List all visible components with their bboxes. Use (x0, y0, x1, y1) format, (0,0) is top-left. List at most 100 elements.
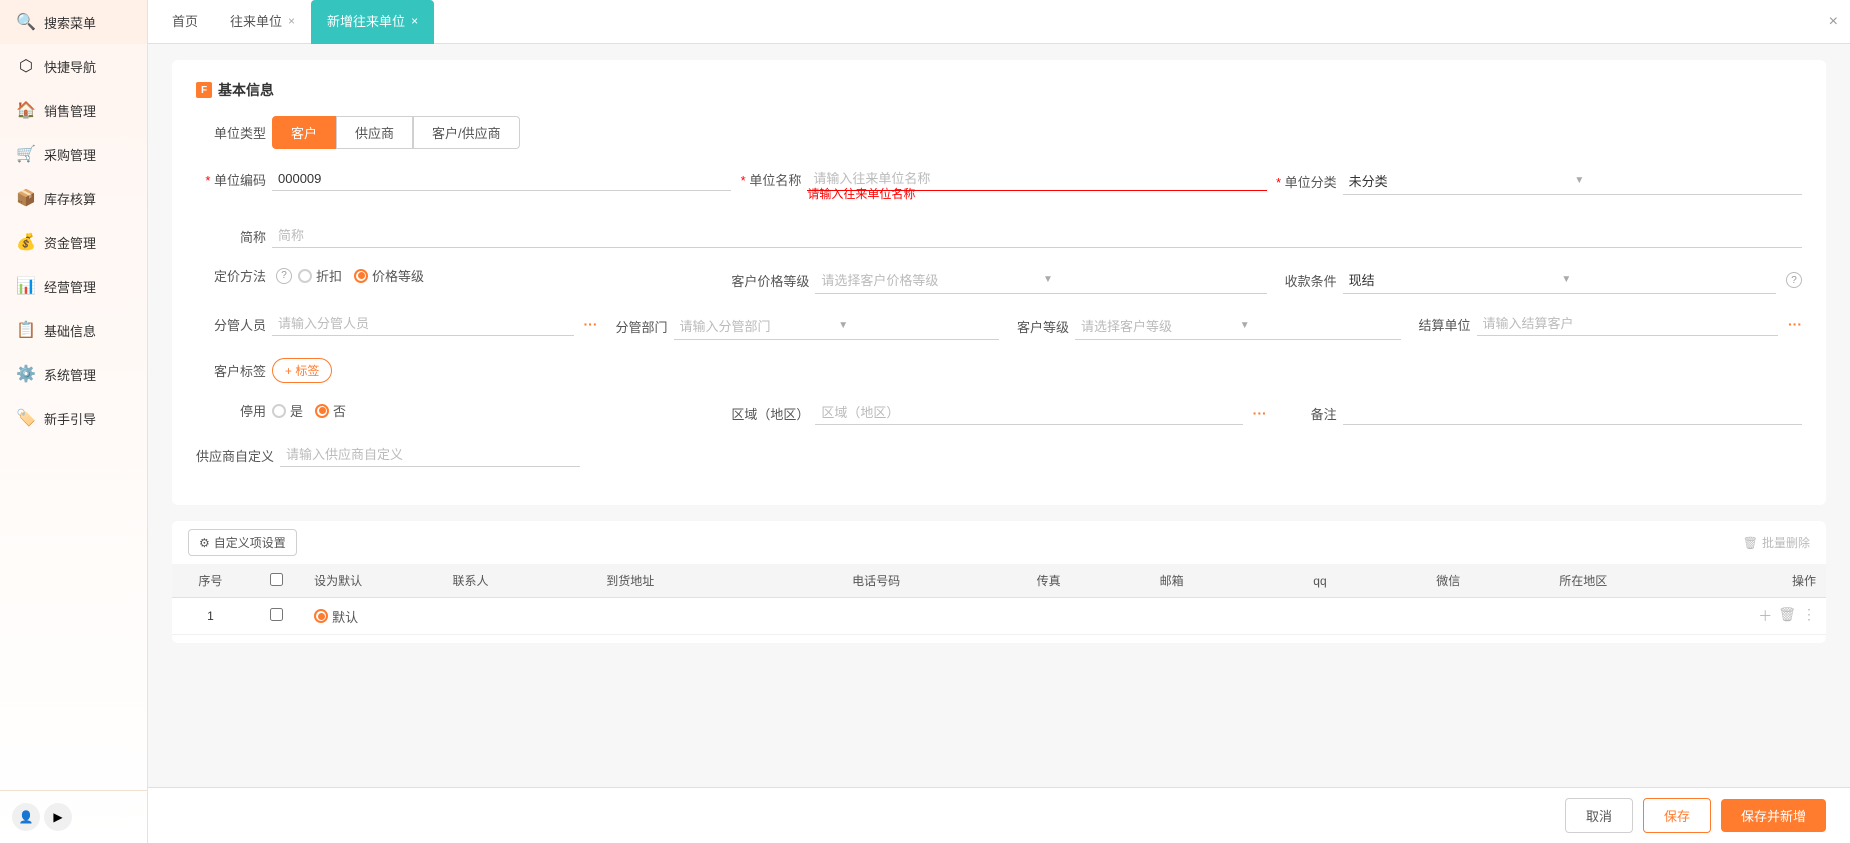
save-new-button[interactable]: 保存并新增 (1721, 799, 1826, 832)
add-row-icon[interactable]: ＋ (1758, 606, 1772, 626)
th-address: 到货地址 (596, 564, 842, 598)
disabled-yes-label: 是 (290, 401, 303, 420)
pricing-level-radio[interactable] (354, 269, 368, 283)
customer-price-level-select[interactable]: 请选择客户价格等级 ▼ (815, 266, 1266, 294)
tab-partners[interactable]: 往来单位 × (214, 0, 311, 44)
purchase-icon: 🛒 (16, 144, 36, 164)
disabled-yes-radio[interactable] (272, 404, 286, 418)
unit-category-select[interactable]: 未分类 ▼ (1343, 167, 1802, 195)
sidebar-avatar[interactable]: 👤 (12, 803, 40, 831)
sidebar-item-sales[interactable]: 🏠 销售管理 (0, 88, 147, 132)
manager-more[interactable]: ··· (584, 316, 598, 332)
sidebar-item-purchase[interactable]: 🛒 采购管理 (0, 132, 147, 176)
supplier-custom-input[interactable] (280, 443, 580, 467)
section-title-text: 基本信息 (218, 80, 274, 100)
pricing-help-icon[interactable]: ? (276, 268, 292, 284)
sidebar-item-basic-info[interactable]: 📋 基础信息 (0, 308, 147, 352)
pricing-discount[interactable]: 折扣 (298, 266, 342, 285)
customize-button[interactable]: ⚙ 自定义项设置 (188, 529, 297, 556)
sidebar-expand-icon[interactable]: ▶ (44, 803, 72, 831)
payment-terms-field: 收款条件 现结 ▼ ? (1267, 266, 1802, 294)
tags-row: 客户标签 + 标签 (196, 358, 1802, 383)
manager-row: 分管人员 ··· 分管部门 请输入分管部门 ▼ 客户等级 请选择客户等级 ▼ (196, 312, 1802, 340)
disabled-label: 停用 (196, 401, 266, 420)
customer-price-level-arrow: ▼ (1043, 274, 1261, 285)
unit-code-input[interactable] (272, 167, 731, 191)
sidebar-label-purchase: 采购管理 (44, 145, 96, 164)
unit-type-customer[interactable]: 客户 (272, 116, 336, 149)
unit-type-both[interactable]: 客户/供应商 (413, 116, 520, 149)
unit-type-group: 客户 供应商 客户/供应商 (272, 116, 520, 149)
cell-action: ＋ 🗑 ⋮ (1703, 598, 1826, 635)
sidebar-item-inventory[interactable]: 📦 库存核算 (0, 176, 147, 220)
sidebar-label-guide: 新手引导 (44, 409, 96, 428)
drag-handle-icon[interactable]: ⋮ (1802, 606, 1816, 626)
pricing-radio-group: 折扣 价格等级 (298, 266, 424, 285)
region-more[interactable]: ··· (1253, 405, 1267, 421)
short-name-input[interactable] (272, 224, 1802, 248)
code-name-row: 单位编码 单位名称 请输入往来单位名称 单位分类 未分类 ▼ (196, 167, 1802, 206)
tab-partners-label: 往来单位 (230, 11, 282, 30)
unit-category-value: 未分类 (1349, 171, 1571, 190)
row-checkbox[interactable] (270, 608, 283, 621)
disabled-no-label: 否 (333, 401, 346, 420)
department-select[interactable]: 请输入分管部门 ▼ (674, 312, 1000, 340)
disabled-no[interactable]: 否 (315, 401, 346, 420)
pricing-level[interactable]: 价格等级 (354, 266, 424, 285)
notes-label: 备注 (1267, 404, 1337, 423)
add-tag-button[interactable]: + 标签 (272, 358, 332, 383)
save-button[interactable]: 保存 (1643, 798, 1711, 833)
unit-type-label: 单位类型 (196, 123, 266, 142)
table-section: ⚙ 自定义项设置 🗑 批量删除 序号 设为默认 联系人 (172, 521, 1826, 643)
sidebar-item-quick-nav[interactable]: ⬡ 快捷导航 (0, 44, 147, 88)
cancel-button[interactable]: 取消 (1565, 798, 1633, 833)
region-input[interactable] (815, 401, 1242, 425)
th-checkbox[interactable] (270, 573, 283, 586)
settlement-unit-input[interactable] (1477, 312, 1779, 336)
add-tag-label: + 标签 (285, 362, 319, 379)
th-check (249, 564, 304, 598)
sidebar-item-search[interactable]: 🔍 搜索菜单 (0, 0, 147, 44)
tab-partners-close[interactable]: × (288, 14, 295, 28)
cell-phone (842, 598, 1026, 635)
sidebar-item-finance[interactable]: 💰 资金管理 (0, 220, 147, 264)
customer-level-select[interactable]: 请选择客户等级 ▼ (1075, 312, 1401, 340)
department-arrow: ▼ (838, 320, 993, 331)
default-radio[interactable] (314, 609, 328, 623)
manager-input[interactable] (272, 312, 574, 336)
settlement-unit-label: 结算单位 (1401, 315, 1471, 334)
sidebar-item-operations[interactable]: 📊 经营管理 (0, 264, 147, 308)
settlement-unit-more[interactable]: ··· (1788, 316, 1802, 332)
sidebar-label-operations: 经营管理 (44, 277, 96, 296)
cell-seq: 1 (172, 598, 249, 635)
unit-type-supplier[interactable]: 供应商 (336, 116, 413, 149)
batch-delete-button[interactable]: 🗑 批量删除 (1743, 534, 1810, 551)
cell-fax (1027, 598, 1150, 635)
payment-terms-select[interactable]: 现结 ▼ (1343, 266, 1776, 294)
sidebar-item-system[interactable]: ⚙️ 系统管理 (0, 352, 147, 396)
default-radio-label[interactable]: 默认 (314, 607, 432, 626)
sidebar-item-guide[interactable]: 🏷️ 新手引导 (0, 396, 147, 440)
sidebar-label-finance: 资金管理 (44, 233, 96, 252)
cell-region (1549, 598, 1703, 635)
tab-bar-close[interactable]: × (1829, 13, 1838, 31)
tab-new-partner[interactable]: 新增往来单位 × (311, 0, 434, 44)
disabled-no-radio[interactable] (315, 404, 329, 418)
pricing-level-dot (358, 272, 365, 279)
disabled-yes[interactable]: 是 (272, 401, 303, 420)
pricing-discount-radio[interactable] (298, 269, 312, 283)
payment-terms-help-icon[interactable]: ? (1786, 272, 1802, 288)
sidebar-label-system: 系统管理 (44, 365, 96, 384)
unit-code-label: 单位编码 (196, 170, 266, 189)
unit-category-label: 单位分类 (1267, 172, 1337, 191)
delete-row-icon[interactable]: 🗑 (1778, 606, 1796, 626)
tab-new-partner-close[interactable]: × (411, 14, 418, 28)
cell-check (249, 598, 304, 635)
notes-input[interactable] (1343, 401, 1802, 425)
finance-icon: 💰 (16, 232, 36, 252)
sidebar-label-search: 搜索菜单 (44, 13, 96, 32)
payment-terms-arrow: ▼ (1561, 274, 1770, 285)
disabled-radio-group: 是 否 (272, 401, 346, 420)
tab-home[interactable]: 首页 (156, 0, 214, 44)
customer-level-arrow: ▼ (1240, 320, 1395, 331)
